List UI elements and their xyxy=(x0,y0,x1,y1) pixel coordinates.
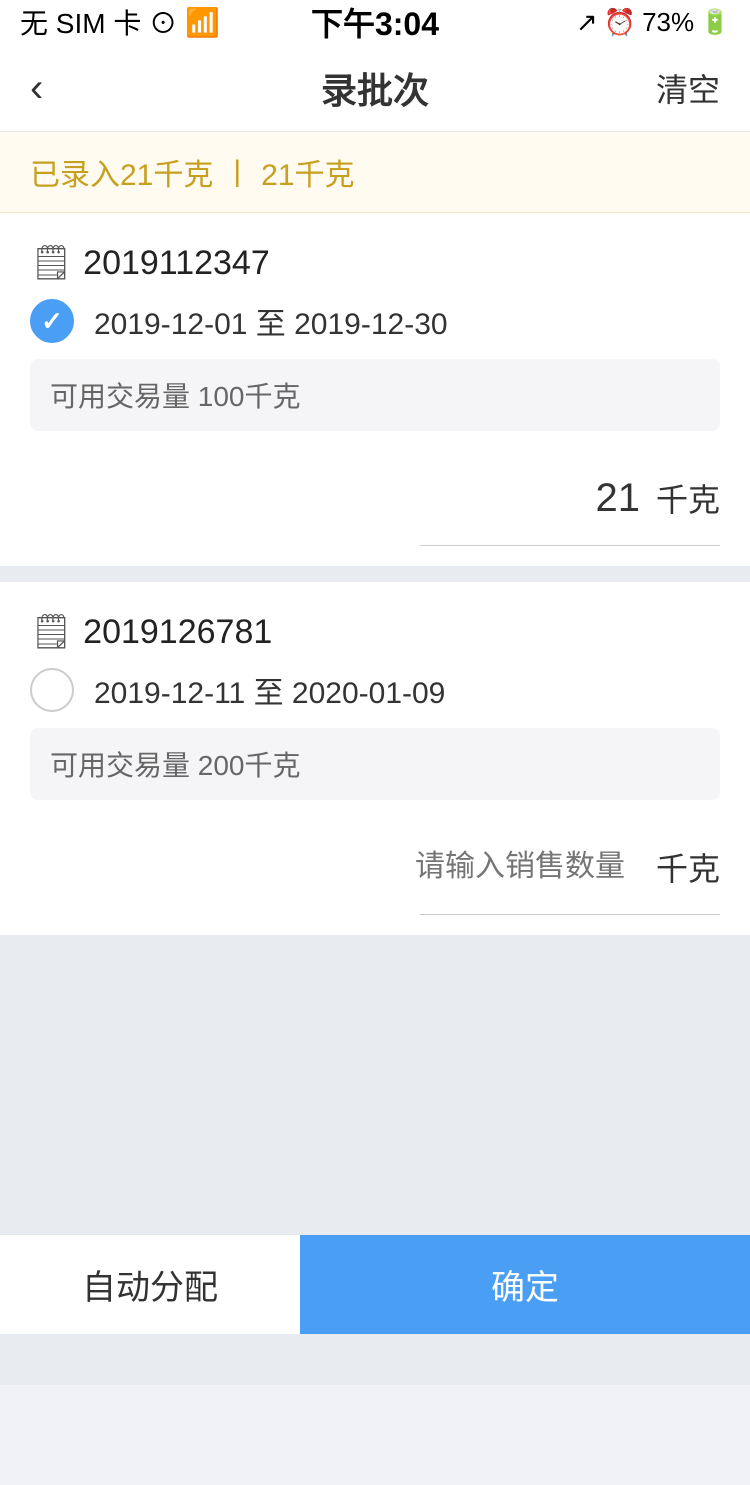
batch-date-row-2: 2019-12-11 至 2020-01-09 xyxy=(30,668,720,712)
batch-icon-2: 🗒 xyxy=(30,612,73,652)
amount-row-1: 21 千克 xyxy=(0,451,750,545)
status-bar: 无 SIM 卡 ⊙ 📶 下午3:04 ↗ ⏰ 73% 🔋 xyxy=(0,0,750,44)
clear-button[interactable]: 清空 xyxy=(656,65,720,111)
batch-date-2: 2019-12-11 至 2020-01-09 xyxy=(94,668,445,712)
divider-line-1 xyxy=(420,545,720,546)
battery-icon: 🔋 xyxy=(700,8,730,37)
confirm-button[interactable]: 确定 xyxy=(300,1235,750,1334)
section-separator xyxy=(0,566,750,582)
batch-date-row-1: 2019-12-01 至 2019-12-30 xyxy=(30,299,720,343)
batch-icon-1: 🗒 xyxy=(30,243,73,283)
quantity-input-2[interactable] xyxy=(340,850,640,884)
batch-available-2: 可用交易量 200千克 xyxy=(30,728,720,800)
amount-divider-1 xyxy=(0,545,750,566)
batch-header-2: 🗒 2019126781 xyxy=(30,612,720,652)
input-unit-2: 千克 xyxy=(656,844,720,890)
page-title: 录批次 xyxy=(321,62,429,114)
location-icon: ↗ xyxy=(576,7,598,38)
amount-value-1: 21 xyxy=(595,476,640,521)
status-right: ↗ ⏰ 73% 🔋 xyxy=(576,7,730,38)
batch-id-2: 2019126781 xyxy=(83,613,272,652)
summary-divider: | xyxy=(233,155,241,189)
batch-id-1: 2019112347 xyxy=(83,244,270,283)
summary-bar: 已录入21千克 | 21千克 xyxy=(0,132,750,213)
batch-available-1: 可用交易量 100千克 xyxy=(30,359,720,431)
battery-text: 73% xyxy=(642,7,694,38)
amount-unit-1: 千克 xyxy=(656,475,720,521)
nav-bar: ‹ 录批次 清空 xyxy=(0,44,750,132)
input-divider-2 xyxy=(0,914,750,935)
batch-radio-1[interactable] xyxy=(30,299,74,343)
wifi-icon: 📶 xyxy=(185,6,220,39)
input-row-2: 千克 xyxy=(0,820,750,914)
batch-date-1: 2019-12-01 至 2019-12-30 xyxy=(94,299,448,343)
recorded-label: 已录入21千克 xyxy=(30,150,213,194)
divider-line-2 xyxy=(420,914,720,915)
status-time: 下午3:04 xyxy=(311,0,439,45)
back-button[interactable]: ‹ xyxy=(30,68,43,108)
batch-header-1: 🗒 2019112347 xyxy=(30,243,720,283)
batch-item-2: 🗒 2019126781 2019-12-11 至 2020-01-09 可用交… xyxy=(0,582,750,820)
total-label: 21千克 xyxy=(261,150,354,194)
auto-distribute-button[interactable]: 自动分配 xyxy=(0,1235,300,1334)
alarm-icon: ⏰ xyxy=(604,7,636,38)
batch-radio-2[interactable] xyxy=(30,668,74,712)
status-left: 无 SIM 卡 ⊙ 📶 xyxy=(20,2,220,42)
batch-item-1: 🗒 2019112347 2019-12-01 至 2019-12-30 可用交… xyxy=(0,213,750,451)
no-sim-text: 无 SIM 卡 ⊙ xyxy=(20,2,177,42)
bottom-bar: 自动分配 确定 xyxy=(0,1234,750,1334)
